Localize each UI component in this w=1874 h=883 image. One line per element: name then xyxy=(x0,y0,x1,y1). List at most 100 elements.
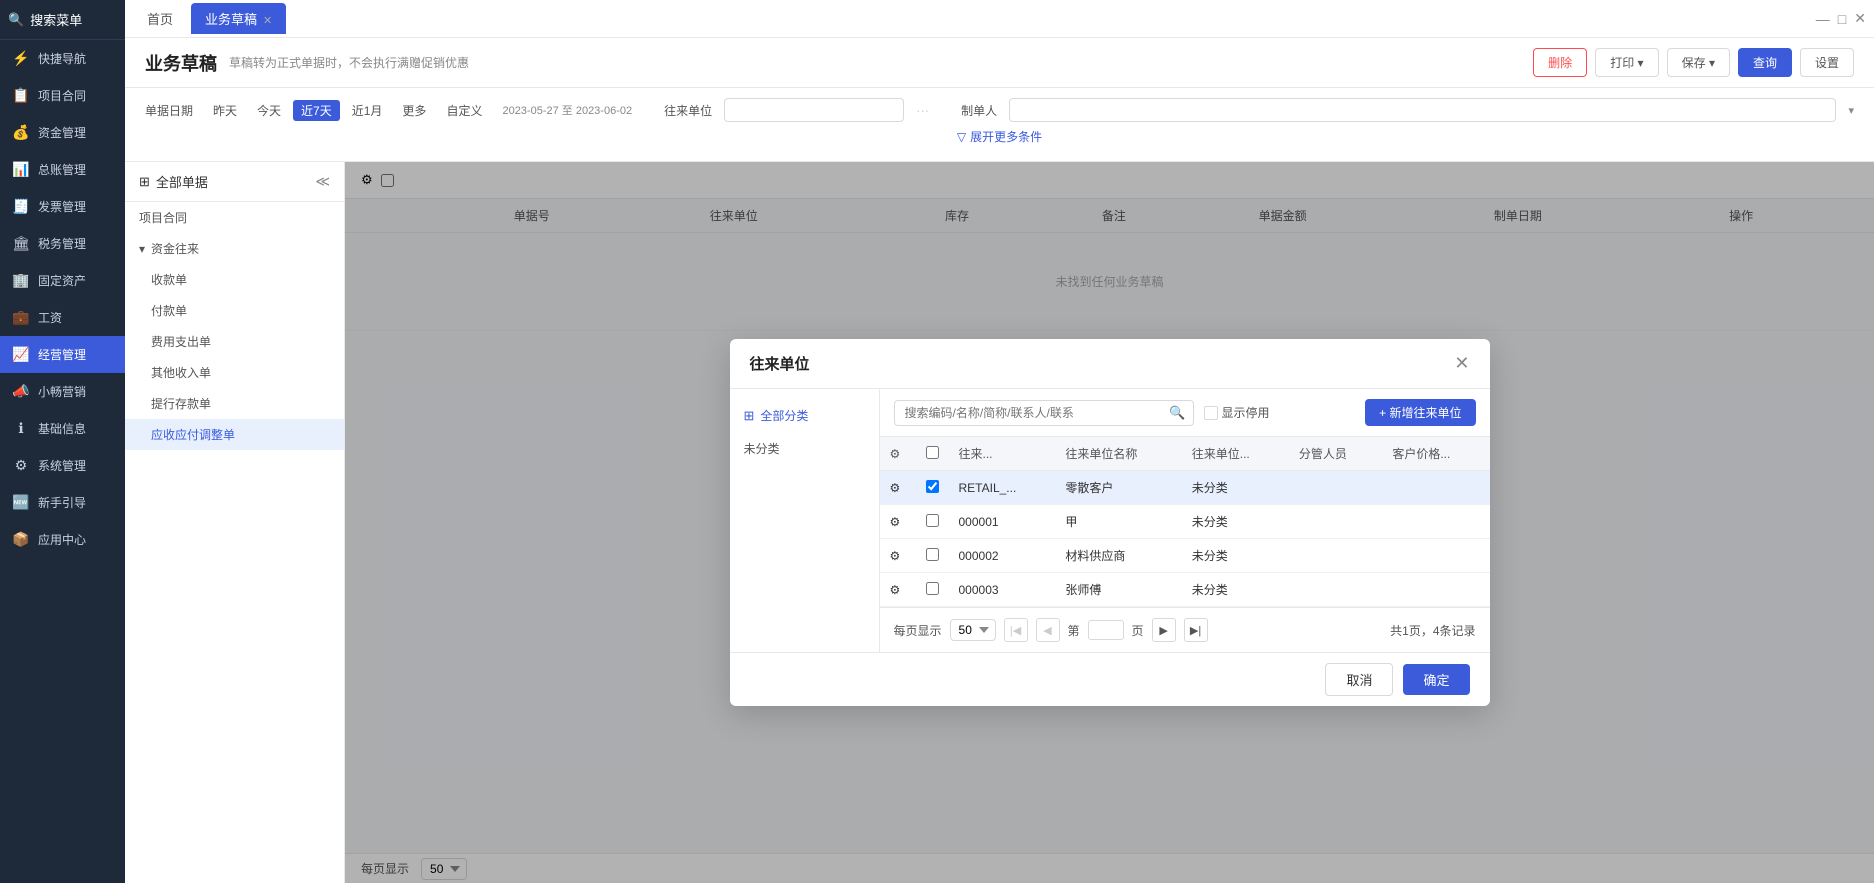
confirm-button[interactable]: 确定 xyxy=(1403,664,1469,695)
settings-col-icon[interactable]: ⚙ xyxy=(890,447,901,461)
sidebar-item-fixed-assets[interactable]: 🏢固定资产 xyxy=(0,262,125,299)
save-button[interactable]: 保存 ▾ xyxy=(1667,48,1730,77)
right-content: ⚙ 单据号往来单位库存备注单据金额制单日期操作 未找到任何业务草稿 每页显示 xyxy=(345,162,1874,883)
sidebar-item-basic-info[interactable]: ℹ基础信息 xyxy=(0,410,125,447)
partner-search-input[interactable] xyxy=(894,400,1194,426)
delete-button[interactable]: 删除 xyxy=(1533,48,1587,77)
sidebar-item-salary[interactable]: 💼工资 xyxy=(0,299,125,336)
sidebar-item-quick-nav[interactable]: ⚡快捷导航 xyxy=(0,40,125,77)
dialog-col-settings[interactable]: ⚙ xyxy=(880,437,916,471)
sidebar-item-tax-management[interactable]: 🏛税务管理 xyxy=(0,225,125,262)
maximize-button[interactable]: □ xyxy=(1838,11,1846,27)
left-panel-item-bank-deposit[interactable]: 提行存款单 xyxy=(125,388,344,419)
dialog-left-item-all-categories[interactable]: ⊞ 全部分类 xyxy=(730,399,879,432)
left-panel-item-ar-ap-adjust[interactable]: 应收应付调整单 xyxy=(125,419,344,450)
table-row[interactable]: ⚙000001甲未分类 xyxy=(880,505,1490,539)
left-panel-items: 项目合同▾ 资金往来收款单付款单费用支出单其他收入单提行存款单应收应付调整单 xyxy=(125,202,344,450)
row-sales-person xyxy=(1289,471,1382,505)
minimize-button[interactable]: — xyxy=(1816,11,1830,27)
sidebar-label-project-contract: 项目合同 xyxy=(38,87,86,104)
row-checkbox[interactable] xyxy=(926,514,939,527)
sidebar-item-project-contract[interactable]: 📋项目合同 xyxy=(0,77,125,114)
show-disabled-label[interactable]: 显示停用 xyxy=(1204,404,1270,421)
sidebar-label-new-guide: 新手引导 xyxy=(38,494,86,511)
date-pill-今天[interactable]: 今天 xyxy=(249,100,289,121)
sidebar-icon-invoice-management: 🧾 xyxy=(12,198,30,215)
row-settings[interactable]: ⚙ xyxy=(880,539,916,573)
page-number-input[interactable]: 1 xyxy=(1088,620,1124,640)
sidebar-item-fund-management[interactable]: 💰资金管理 xyxy=(0,114,125,151)
left-panel-item-other-income[interactable]: 其他收入单 xyxy=(125,357,344,388)
sidebar-search[interactable]: 🔍 搜索菜单 xyxy=(0,0,125,40)
date-pills: 昨天今天近7天近1月更多自定义 xyxy=(205,100,490,121)
table-row[interactable]: ⚙000002材料供应商未分类 xyxy=(880,539,1490,573)
row-category: 未分类 xyxy=(1182,505,1289,539)
sidebar-label-marketing: 小畅营销 xyxy=(38,383,86,400)
settings-button[interactable]: 设置 xyxy=(1800,48,1854,77)
show-disabled-checkbox[interactable] xyxy=(1204,406,1218,420)
dialog-col-check[interactable] xyxy=(916,437,949,471)
tab-close-business-draft[interactable]: ✕ xyxy=(263,15,272,27)
next-page-button[interactable]: ▶ xyxy=(1152,618,1176,642)
creator-filter-input[interactable] xyxy=(1009,98,1836,122)
left-panel-item-receipt[interactable]: 收款单 xyxy=(125,264,344,295)
row-checkbox-cell[interactable] xyxy=(916,573,949,607)
left-panel-item-fund-receivable[interactable]: ▾ 资金往来 xyxy=(125,233,344,264)
sidebar-item-account-management[interactable]: 📊总账管理 xyxy=(0,151,125,188)
row-price-type xyxy=(1382,505,1489,539)
left-panel-item-expense[interactable]: 费用支出单 xyxy=(125,326,344,357)
header-checkbox[interactable] xyxy=(926,446,939,459)
sidebar-item-system-management[interactable]: ⚙系统管理 xyxy=(0,447,125,484)
row-name: 材料供应商 xyxy=(1055,539,1181,573)
sidebar-item-app-center[interactable]: 📦应用中心 xyxy=(0,521,125,558)
dialog-col-category: 往来单位... xyxy=(1182,437,1289,471)
row-settings[interactable]: ⚙ xyxy=(880,505,916,539)
table-row[interactable]: ⚙RETAIL_...零散客户未分类 xyxy=(880,471,1490,505)
query-button[interactable]: 查询 xyxy=(1738,48,1792,77)
first-page-button[interactable]: |◀ xyxy=(1004,618,1028,642)
left-panel-item-project-contract[interactable]: 项目合同 xyxy=(125,202,344,233)
search-icon-button[interactable]: 🔍 xyxy=(1169,405,1185,421)
dialog-close-button[interactable]: ✕ xyxy=(1454,353,1469,374)
tab-bar: 首页业务草稿✕ — □ ✕ xyxy=(125,0,1874,38)
tab-business-draft[interactable]: 业务草稿✕ xyxy=(191,3,286,34)
row-checkbox[interactable] xyxy=(926,480,939,493)
table-row[interactable]: ⚙000003张师傅未分类 xyxy=(880,573,1490,607)
date-pill-更多[interactable]: 更多 xyxy=(394,100,434,121)
date-pill-昨天[interactable]: 昨天 xyxy=(205,100,245,121)
last-page-button[interactable]: ▶| xyxy=(1184,618,1208,642)
print-button[interactable]: 打印 ▾ xyxy=(1595,48,1658,77)
row-settings-icon: ⚙ xyxy=(890,549,901,563)
sidebar-item-business-management[interactable]: 📈经营管理 xyxy=(0,336,125,373)
cancel-button[interactable]: 取消 xyxy=(1325,663,1393,696)
tab-home[interactable]: 首页 xyxy=(133,3,187,34)
row-checkbox[interactable] xyxy=(926,582,939,595)
pagination-total: 共1页，4条记录 xyxy=(1390,622,1475,639)
dialog-left-item-uncategorized[interactable]: 未分类 xyxy=(730,432,879,465)
prev-page-button[interactable]: ◀ xyxy=(1036,618,1060,642)
row-checkbox-cell[interactable] xyxy=(916,539,949,573)
row-checkbox-cell[interactable] xyxy=(916,505,949,539)
sidebar-item-marketing[interactable]: 📣小畅营销 xyxy=(0,373,125,410)
close-button[interactable]: ✕ xyxy=(1854,10,1866,27)
row-checkbox-cell[interactable] xyxy=(916,471,949,505)
expand-more-button[interactable]: ▽ 展开更多条件 xyxy=(145,122,1854,151)
partner-filter-input[interactable] xyxy=(724,98,904,122)
dialog-col-sales_person: 分管人员 xyxy=(1289,437,1382,471)
date-pill-自定义[interactable]: 自定义 xyxy=(438,100,490,121)
per-page-select-dialog[interactable]: 50 xyxy=(950,619,996,641)
collapse-button[interactable]: ≪ xyxy=(315,173,330,190)
overlay: 往来单位 ✕ ⊞ 全部分类未分类 xyxy=(345,162,1874,883)
row-checkbox[interactable] xyxy=(926,548,939,561)
row-settings[interactable]: ⚙ xyxy=(880,573,916,607)
row-category: 未分类 xyxy=(1182,539,1289,573)
sidebar-item-new-guide[interactable]: 🆕新手引导 xyxy=(0,484,125,521)
row-settings[interactable]: ⚙ xyxy=(880,471,916,505)
date-pill-近1月[interactable]: 近1月 xyxy=(344,100,391,121)
dialog-right: 🔍 显示停用 + 新增往来单位 xyxy=(880,389,1490,652)
sidebar-item-invoice-management[interactable]: 🧾发票管理 xyxy=(0,188,125,225)
left-panel-item-payment[interactable]: 付款单 xyxy=(125,295,344,326)
new-partner-button[interactable]: + 新增往来单位 xyxy=(1365,399,1475,426)
sidebar-label-salary: 工资 xyxy=(38,309,62,326)
date-pill-近7天[interactable]: 近7天 xyxy=(293,100,340,121)
